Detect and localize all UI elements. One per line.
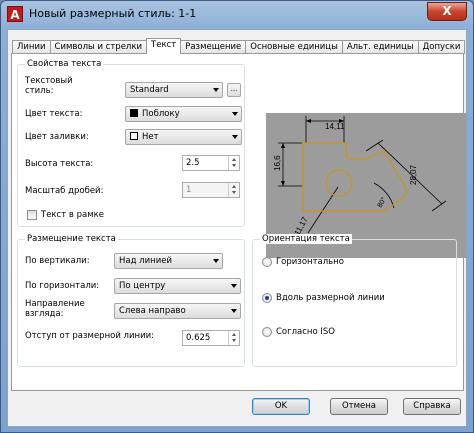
- fill-color-value: Нет: [142, 132, 159, 142]
- view-direction-select[interactable]: Слева направо: [114, 303, 241, 319]
- chevron-down-icon: [213, 259, 219, 263]
- spinner-arrows-icon[interactable]: [228, 156, 239, 170]
- fraction-scale-label: Масштаб дробей:: [25, 186, 104, 196]
- tab-alternate-units[interactable]: Альт. единицы: [341, 40, 419, 54]
- fill-color-select[interactable]: Нет: [125, 129, 242, 145]
- tab-symbols-arrows[interactable]: Символы и стрелки: [49, 40, 148, 54]
- text-placement-group: Размещение текста По вертикали: Над лини…: [17, 234, 245, 367]
- autocad-icon: A: [7, 6, 23, 22]
- text-tab-page: Свойства текста Текстовый стиль: Standar…: [11, 53, 466, 391]
- fraction-scale-value: 1: [186, 185, 192, 195]
- spinner-arrows-icon[interactable]: [228, 183, 239, 197]
- vertical-label: По вертикали:: [25, 256, 90, 266]
- window-title: Новый размерный стиль: 1-1: [29, 7, 197, 20]
- view-direction-value: Слева направо: [119, 306, 186, 316]
- text-properties-legend: Свойства текста: [25, 59, 104, 69]
- cancel-button[interactable]: Отмена: [330, 398, 388, 415]
- offset-value: 0.625: [186, 333, 211, 343]
- tab-fit[interactable]: Размещение: [180, 40, 247, 54]
- dialog-client: Линии Символы и стрелки Текст Размещение…: [7, 29, 467, 427]
- chevron-down-icon: [231, 309, 237, 313]
- text-height-label: Высота текста:: [25, 159, 94, 169]
- preview-dim-top: 14,11: [325, 122, 345, 131]
- close-button[interactable]: X: [427, 2, 467, 21]
- dialog-window: A Новый размерный стиль: 1-1 X Линии Сим…: [0, 0, 474, 433]
- preview-dim-angle: 80°: [376, 196, 388, 209]
- fraction-scale-spinner[interactable]: 1: [182, 182, 240, 198]
- offset-label: Отступ от размерной линии:: [25, 331, 154, 341]
- preview-dim-right: 28,07: [409, 164, 418, 185]
- text-properties-group: Свойства текста Текстовый стиль: Standar…: [17, 59, 245, 227]
- radio-horizontal[interactable]: [262, 257, 272, 267]
- vertical-value: Над линией: [119, 256, 172, 266]
- text-color-value: Поблоку: [142, 109, 180, 119]
- color-swatch-icon: [130, 132, 138, 140]
- text-height-value: 2.5: [186, 158, 200, 168]
- radio-iso[interactable]: [262, 327, 272, 337]
- ok-button[interactable]: OK: [252, 398, 310, 415]
- chevron-down-icon: [213, 88, 219, 92]
- tab-lines[interactable]: Линии: [12, 40, 51, 54]
- text-alignment-group: Ориентация текста Горизонтально Вдоль ра…: [252, 234, 457, 367]
- text-placement-legend: Размещение текста: [25, 234, 118, 244]
- chevron-down-icon: [232, 112, 238, 116]
- text-alignment-legend: Ориентация текста: [260, 234, 352, 244]
- radio-iso-label: Согласно ISO: [276, 327, 335, 337]
- horizontal-label: По горизонтали:: [25, 281, 100, 291]
- radio-aligned-label: Вдоль размерной линии: [276, 293, 385, 303]
- text-style-label: Текстовый стиль:: [25, 76, 73, 96]
- text-style-select[interactable]: Standard: [125, 82, 223, 98]
- horizontal-select[interactable]: По центру: [114, 278, 241, 294]
- help-button[interactable]: Справка: [403, 398, 461, 415]
- vertical-select[interactable]: Над линией: [114, 253, 223, 269]
- radio-horizontal-label: Горизонтально: [276, 257, 344, 267]
- text-color-select[interactable]: Поблоку: [125, 106, 242, 122]
- radio-aligned[interactable]: [262, 293, 272, 303]
- preview-dim-left: 16,6: [273, 155, 282, 171]
- draw-frame-label: Текст в рамке: [41, 210, 104, 220]
- horizontal-value: По центру: [119, 281, 166, 291]
- view-direction-label: Направление взгляда:: [25, 299, 85, 319]
- text-height-spinner[interactable]: 2.5: [182, 155, 240, 171]
- title-bar[interactable]: A Новый размерный стиль: 1-1 X: [1, 1, 473, 29]
- text-style-value: Standard: [130, 85, 169, 95]
- chevron-down-icon: [231, 284, 237, 288]
- chevron-down-icon: [232, 135, 238, 139]
- tab-strip: Линии Символы и стрелки Текст Размещение…: [12, 38, 466, 54]
- tab-primary-units[interactable]: Основные единицы: [245, 40, 343, 54]
- offset-spinner[interactable]: 0.625: [182, 330, 240, 346]
- spinner-arrows-icon[interactable]: [228, 331, 239, 345]
- draw-frame-checkbox[interactable]: [27, 210, 37, 220]
- color-swatch-icon: [130, 109, 138, 117]
- text-color-label: Цвет текста:: [25, 109, 83, 119]
- fill-color-label: Цвет заливки:: [25, 132, 89, 142]
- tab-text[interactable]: Текст: [146, 38, 182, 54]
- text-style-browse-button[interactable]: ...: [227, 83, 241, 97]
- tab-tolerances[interactable]: Допуски: [417, 40, 466, 54]
